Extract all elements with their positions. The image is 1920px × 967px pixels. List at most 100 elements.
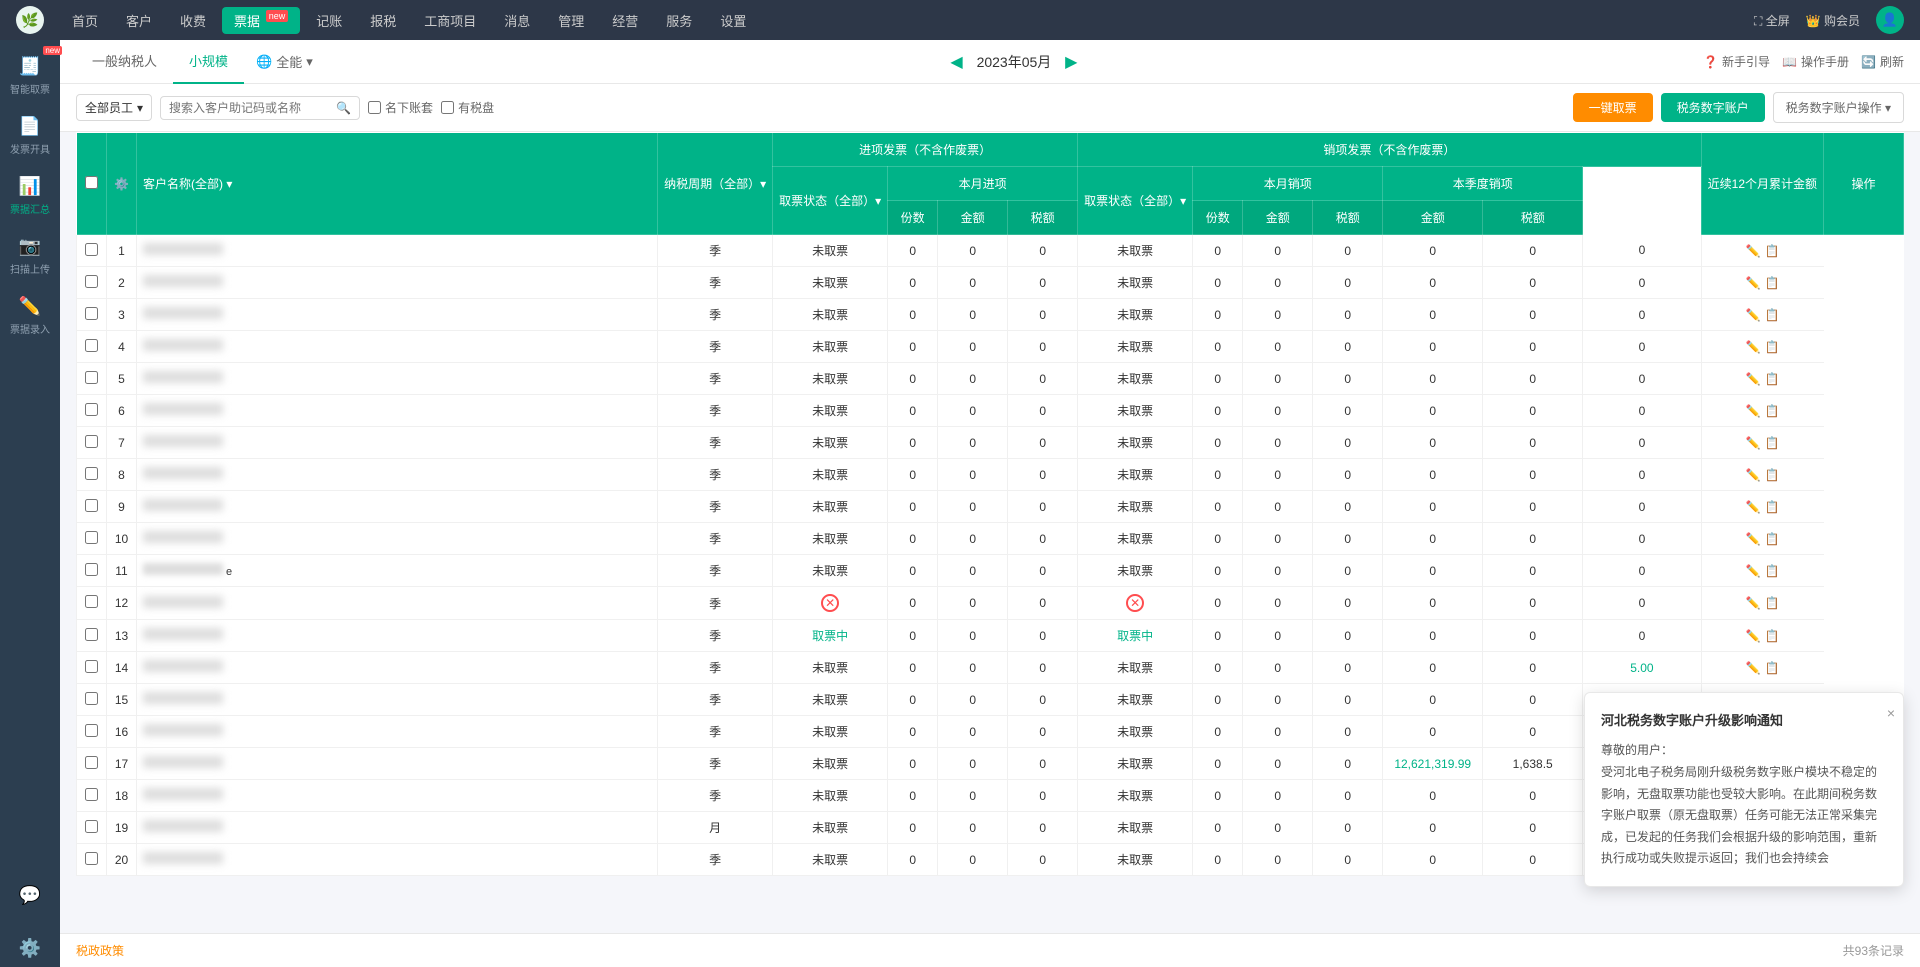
- row-in-status[interactable]: 未取票: [773, 716, 888, 748]
- row-in-status[interactable]: ✕: [773, 587, 888, 620]
- row-name[interactable]: [137, 716, 658, 748]
- row-checkbox[interactable]: [85, 756, 98, 769]
- th-in-status[interactable]: 取票状态（全部）▾: [773, 167, 888, 235]
- date-prev-btn[interactable]: ◀: [945, 50, 969, 74]
- row-out-status[interactable]: 未取票: [1078, 363, 1193, 395]
- row-name[interactable]: [137, 812, 658, 844]
- row-name[interactable]: [137, 299, 658, 331]
- edit-icon[interactable]: ✏️: [1746, 276, 1761, 290]
- row-in-status[interactable]: 未取票: [773, 299, 888, 331]
- row-in-status[interactable]: 未取票: [773, 459, 888, 491]
- row-name[interactable]: [137, 652, 658, 684]
- row-checkbox[interactable]: [85, 820, 98, 833]
- row-out-status[interactable]: 未取票: [1078, 459, 1193, 491]
- row-checkbox[interactable]: [85, 595, 98, 608]
- row-in-status[interactable]: 未取票: [773, 523, 888, 555]
- tab-all[interactable]: 🌐 全能 ▾: [244, 44, 325, 79]
- select-all-checkbox[interactable]: [85, 176, 98, 189]
- edit-icon[interactable]: ✏️: [1746, 404, 1761, 418]
- row-checkbox[interactable]: [85, 692, 98, 705]
- edit-icon[interactable]: ✏️: [1746, 308, 1761, 322]
- nav-invoice[interactable]: 票据 new: [222, 7, 300, 34]
- edit-icon[interactable]: ✏️: [1746, 629, 1761, 643]
- nav-operation[interactable]: 经营: [600, 7, 650, 34]
- row-out-status[interactable]: 未取票: [1078, 299, 1193, 331]
- row-checkbox[interactable]: [85, 243, 98, 256]
- nav-service[interactable]: 服务: [654, 7, 704, 34]
- row-out-status[interactable]: ✕: [1078, 587, 1193, 620]
- row-checkbox[interactable]: [85, 852, 98, 865]
- row-out-status[interactable]: 未取票: [1078, 427, 1193, 459]
- copy-icon[interactable]: 📋: [1765, 661, 1780, 675]
- nav-settings[interactable]: 设置: [708, 7, 758, 34]
- copy-icon[interactable]: 📋: [1765, 596, 1780, 610]
- row-checkbox[interactable]: [85, 307, 98, 320]
- member-btn[interactable]: 👑 购会员: [1806, 12, 1860, 29]
- row-out-status[interactable]: 未取票: [1078, 331, 1193, 363]
- copy-icon[interactable]: 📋: [1765, 468, 1780, 482]
- edit-icon[interactable]: ✏️: [1746, 340, 1761, 354]
- row-in-status[interactable]: 未取票: [773, 844, 888, 876]
- row-out-status[interactable]: 未取票: [1078, 555, 1193, 587]
- one-click-btn[interactable]: 一键取票: [1573, 93, 1653, 122]
- row-out-status[interactable]: 未取票: [1078, 267, 1193, 299]
- row-name[interactable]: [137, 459, 658, 491]
- row-name[interactable]: [137, 587, 658, 620]
- edit-icon[interactable]: ✏️: [1746, 468, 1761, 482]
- row-name[interactable]: [137, 491, 658, 523]
- row-in-status[interactable]: 未取票: [773, 812, 888, 844]
- row-name[interactable]: [137, 427, 658, 459]
- sidebar-item-invoice-open[interactable]: 📄 发票开具: [0, 108, 60, 164]
- date-next-btn[interactable]: ▶: [1059, 50, 1083, 74]
- row-name[interactable]: [137, 235, 658, 267]
- row-out-status[interactable]: 未取票: [1078, 780, 1193, 812]
- edit-icon[interactable]: ✏️: [1746, 244, 1761, 258]
- nav-fee[interactable]: 收费: [168, 7, 218, 34]
- row-in-status[interactable]: 未取票: [773, 652, 888, 684]
- row-name[interactable]: [137, 523, 658, 555]
- tax-policy-link[interactable]: 税政政策: [76, 942, 124, 959]
- nav-accounting[interactable]: 记账: [304, 7, 354, 34]
- copy-icon[interactable]: 📋: [1765, 372, 1780, 386]
- fullscreen-btn[interactable]: ⛶ 全屏: [1754, 12, 1790, 29]
- row-in-status[interactable]: 未取票: [773, 395, 888, 427]
- row-checkbox[interactable]: [85, 467, 98, 480]
- row-checkbox[interactable]: [85, 339, 98, 352]
- search-input[interactable]: [169, 101, 336, 115]
- copy-icon[interactable]: 📋: [1765, 532, 1780, 546]
- row-checkbox[interactable]: [85, 371, 98, 384]
- copy-icon[interactable]: 📋: [1765, 308, 1780, 322]
- tax-disk-filter[interactable]: 有税盘: [441, 99, 494, 116]
- edit-icon[interactable]: ✏️: [1746, 372, 1761, 386]
- row-checkbox[interactable]: [85, 275, 98, 288]
- nav-home[interactable]: 首页: [60, 7, 110, 34]
- copy-icon[interactable]: 📋: [1765, 629, 1780, 643]
- tab-small-scale[interactable]: 小规模: [173, 40, 244, 84]
- sidebar-item-scan-upload[interactable]: 📷 扫描上传: [0, 228, 60, 284]
- employee-select[interactable]: 全部员工 ▾: [76, 94, 152, 121]
- row-out-status[interactable]: 未取票: [1078, 812, 1193, 844]
- nav-manage[interactable]: 管理: [546, 7, 596, 34]
- row-in-status[interactable]: 未取票: [773, 491, 888, 523]
- copy-icon[interactable]: 📋: [1765, 564, 1780, 578]
- row-in-status[interactable]: 未取票: [773, 267, 888, 299]
- notification-close-btn[interactable]: ×: [1887, 701, 1895, 726]
- copy-icon[interactable]: 📋: [1765, 276, 1780, 290]
- copy-icon[interactable]: 📋: [1765, 500, 1780, 514]
- row-out-status[interactable]: 未取票: [1078, 684, 1193, 716]
- edit-icon[interactable]: ✏️: [1746, 500, 1761, 514]
- ledger-filter[interactable]: 名下账套: [368, 99, 433, 116]
- sidebar-item-gear[interactable]: ⚙️: [0, 930, 60, 967]
- row-in-status[interactable]: 未取票: [773, 780, 888, 812]
- row-checkbox[interactable]: [85, 403, 98, 416]
- manual-btn[interactable]: 📖 操作手册: [1782, 53, 1849, 70]
- row-in-status[interactable]: 未取票: [773, 363, 888, 395]
- row-out-status[interactable]: 未取票: [1078, 395, 1193, 427]
- copy-icon[interactable]: 📋: [1765, 340, 1780, 354]
- row-checkbox[interactable]: [85, 499, 98, 512]
- th-out-status[interactable]: 取票状态（全部）▾: [1078, 167, 1193, 235]
- row-checkbox[interactable]: [85, 724, 98, 737]
- tax-ops-btn[interactable]: 税务数字账户操作 ▾: [1773, 92, 1904, 123]
- row-out-status[interactable]: 未取票: [1078, 523, 1193, 555]
- sidebar-item-invoice-entry[interactable]: ✏️ 票据录入: [0, 288, 60, 344]
